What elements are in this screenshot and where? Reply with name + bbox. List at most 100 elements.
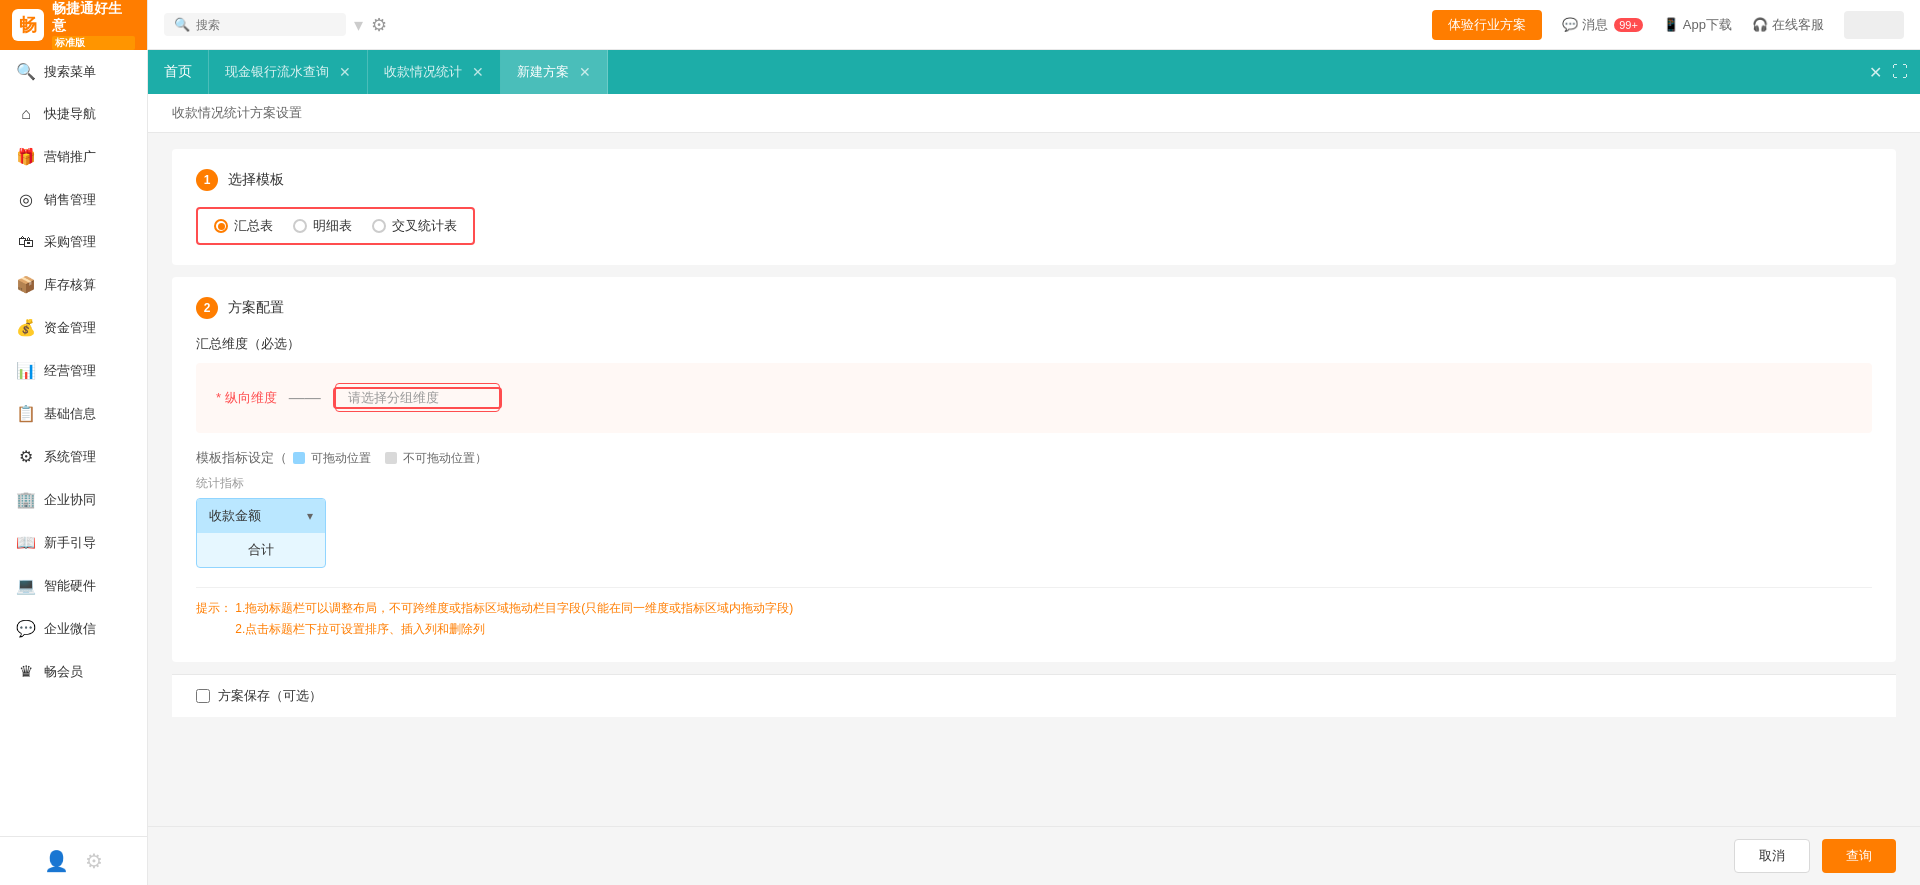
radio-dot-summary: [214, 219, 228, 233]
hint-line-2-text: 2.点击标题栏下拉可设置排序、插入列和删除列: [235, 622, 485, 636]
content-body: 1 选择模板 汇总表 明细表 交叉统计表: [148, 133, 1920, 826]
sidebar-item-marketing[interactable]: 🎁 营销推广: [0, 135, 147, 178]
radio-dot-cross: [372, 219, 386, 233]
metrics-label: 模板指标设定（: [196, 449, 287, 467]
sidebar-item-purchase[interactable]: 🛍 采购管理: [0, 221, 147, 263]
home-icon: ⌂: [16, 105, 36, 123]
radio-dot-detail: [293, 219, 307, 233]
hint-draggable: 可拖动位置: [311, 450, 371, 467]
cancel-button[interactable]: 取消: [1734, 839, 1810, 873]
tabs-bar: 首页 现金银行流水查询 ✕ 收款情况统计 ✕ 新建方案 ✕ ✕ ⛶: [148, 50, 1920, 94]
app-download-btn[interactable]: 📱 App下载: [1663, 16, 1732, 34]
expand-icon[interactable]: ⛶: [1892, 63, 1908, 81]
dimension-row: * 纵向维度 —— 请选择分组维度: [216, 387, 1852, 409]
tab-new-plan[interactable]: 新建方案 ✕: [501, 50, 608, 94]
message-btn[interactable]: 💬 消息 99+: [1562, 16, 1643, 34]
hint-line-1-text: 1.拖动标题栏可以调整布局，不可跨维度或指标区域拖动栏目字段(只能在同一维度或指…: [235, 601, 793, 615]
metrics-card: 收款金额 ▾ 合计: [196, 498, 326, 568]
service-icon: 🎧: [1752, 17, 1768, 32]
step2-num: 2: [196, 297, 218, 319]
tab-receipt-stat-label: 收款情况统计: [384, 63, 462, 81]
message-badge: 99+: [1614, 18, 1643, 32]
sidebar-item-label: 系统管理: [44, 448, 96, 466]
metrics-config-header: 模板指标设定（ 可拖动位置 不可拖动位置）: [196, 449, 1872, 467]
sidebar-item-label: 企业微信: [44, 620, 96, 638]
chart-icon: 📊: [16, 361, 36, 380]
sidebar-item-label: 畅会员: [44, 663, 83, 681]
sidebar-item-label: 新手引导: [44, 534, 96, 552]
sidebar-item-operation[interactable]: 📊 经营管理: [0, 349, 147, 392]
main-area: 🔍 ▾ ⚙ 体验行业方案 💬 消息 99+ 📱 App下载 🎧 在线客服: [148, 0, 1920, 885]
hint-line-2: 提示： 2.点击标题栏下拉可设置排序、插入列和删除列: [196, 621, 1872, 638]
sidebar-item-hardware[interactable]: 💻 智能硬件: [0, 564, 147, 607]
tab-bank-flow[interactable]: 现金银行流水查询 ✕: [209, 50, 368, 94]
sidebar-item-enterprise[interactable]: 🏢 企业协同: [0, 478, 147, 521]
message-label: 消息: [1582, 16, 1608, 34]
radio-summary[interactable]: 汇总表: [214, 217, 273, 235]
save-label: 方案保存（可选）: [218, 687, 322, 705]
gear-icon: ⚙: [16, 447, 36, 466]
hint-dot-gray: [385, 452, 397, 464]
logo-badge: 标准版: [52, 36, 135, 50]
sidebar-item-guide[interactable]: 📖 新手引导: [0, 521, 147, 564]
settings-icon[interactable]: ⚙: [371, 14, 387, 36]
sidebar-item-label: 快捷导航: [44, 105, 96, 123]
chevron-down-icon[interactable]: ▾: [354, 14, 363, 36]
tab-bank-flow-close[interactable]: ✕: [339, 64, 351, 80]
sidebar-item-sales[interactable]: ◎ 销售管理: [0, 178, 147, 221]
online-service-btn[interactable]: 🎧 在线客服: [1752, 16, 1824, 34]
sidebar-item-finance[interactable]: 💰 资金管理: [0, 306, 147, 349]
close-window-icon[interactable]: ✕: [1869, 63, 1882, 82]
building-icon: 🏢: [16, 490, 36, 509]
sidebar-item-basic[interactable]: 📋 基础信息: [0, 392, 147, 435]
sidebar-bottom-icon1[interactable]: 👤: [44, 849, 69, 873]
tab-bank-flow-label: 现金银行流水查询: [225, 63, 329, 81]
step1-section: 1 选择模板 汇总表 明细表 交叉统计表: [172, 149, 1896, 265]
message-icon: 💬: [1562, 17, 1578, 32]
radio-cross[interactable]: 交叉统计表: [372, 217, 457, 235]
cart-icon: 🛍: [16, 233, 36, 251]
sidebar-item-member[interactable]: ♛ 畅会员: [0, 650, 147, 693]
topbar-left: 🔍 ▾ ⚙: [164, 13, 387, 36]
tab-receipt-stat-close[interactable]: ✕: [472, 64, 484, 80]
sidebar-item-inventory[interactable]: 📦 库存核算: [0, 263, 147, 306]
sidebar-bottom-icon2[interactable]: ⚙: [85, 849, 103, 873]
dimension-title: 汇总维度（必选）: [196, 335, 1872, 353]
search-box[interactable]: 🔍: [164, 13, 346, 36]
footer-save: 方案保存（可选）: [172, 674, 1896, 717]
search-menu-icon: 🔍: [16, 62, 36, 81]
tab-home[interactable]: 首页: [148, 50, 209, 94]
sidebar-item-label: 经营管理: [44, 362, 96, 380]
metrics-card-body: 合计: [197, 533, 325, 567]
radio-detail[interactable]: 明细表: [293, 217, 352, 235]
trial-btn[interactable]: 体验行业方案: [1432, 10, 1542, 40]
gift-icon: 🎁: [16, 147, 36, 166]
logo-text: 畅捷通好生意 标准版: [52, 0, 135, 50]
sidebar-item-system[interactable]: ⚙ 系统管理: [0, 435, 147, 478]
sidebar-item-quick-nav[interactable]: ⌂ 快捷导航: [0, 93, 147, 135]
logo-title: 畅捷通好生意: [52, 0, 135, 34]
user-avatar: [1844, 11, 1904, 39]
book-icon: 📖: [16, 533, 36, 552]
sidebar-item-label: 营销推广: [44, 148, 96, 166]
logo-icon: 畅: [12, 9, 44, 41]
sidebar-item-search-menu[interactable]: 🔍 搜索菜单: [0, 50, 147, 93]
metrics-dropdown-icon[interactable]: ▾: [307, 509, 313, 523]
vertical-label: * 纵向维度: [216, 389, 277, 407]
tab-new-plan-label: 新建方案: [517, 63, 569, 81]
radio-summary-label: 汇总表: [234, 217, 273, 235]
search-input[interactable]: [196, 18, 336, 32]
sidebar-item-wechat[interactable]: 💬 企业微信: [0, 607, 147, 650]
dimension-select[interactable]: 请选择分组维度: [335, 383, 500, 412]
sidebar: 畅 畅捷通好生意 标准版 🔍 搜索菜单 ⌂ 快捷导航 🎁 营销推广 ◎ 销售管理…: [0, 0, 148, 885]
save-checkbox[interactable]: [196, 689, 210, 703]
tab-receipt-stat[interactable]: 收款情况统计 ✕: [368, 50, 501, 94]
radio-cross-label: 交叉统计表: [392, 217, 457, 235]
tab-new-plan-close[interactable]: ✕: [579, 64, 591, 80]
tab-home-label: 首页: [164, 63, 192, 81]
hint-dot-blue: [293, 452, 305, 464]
metrics-card-header: 收款金额 ▾: [197, 499, 325, 533]
metrics-card-subtitle: 合计: [248, 542, 274, 557]
query-button[interactable]: 查询: [1822, 839, 1896, 873]
tabs-spacer: [608, 50, 1857, 94]
